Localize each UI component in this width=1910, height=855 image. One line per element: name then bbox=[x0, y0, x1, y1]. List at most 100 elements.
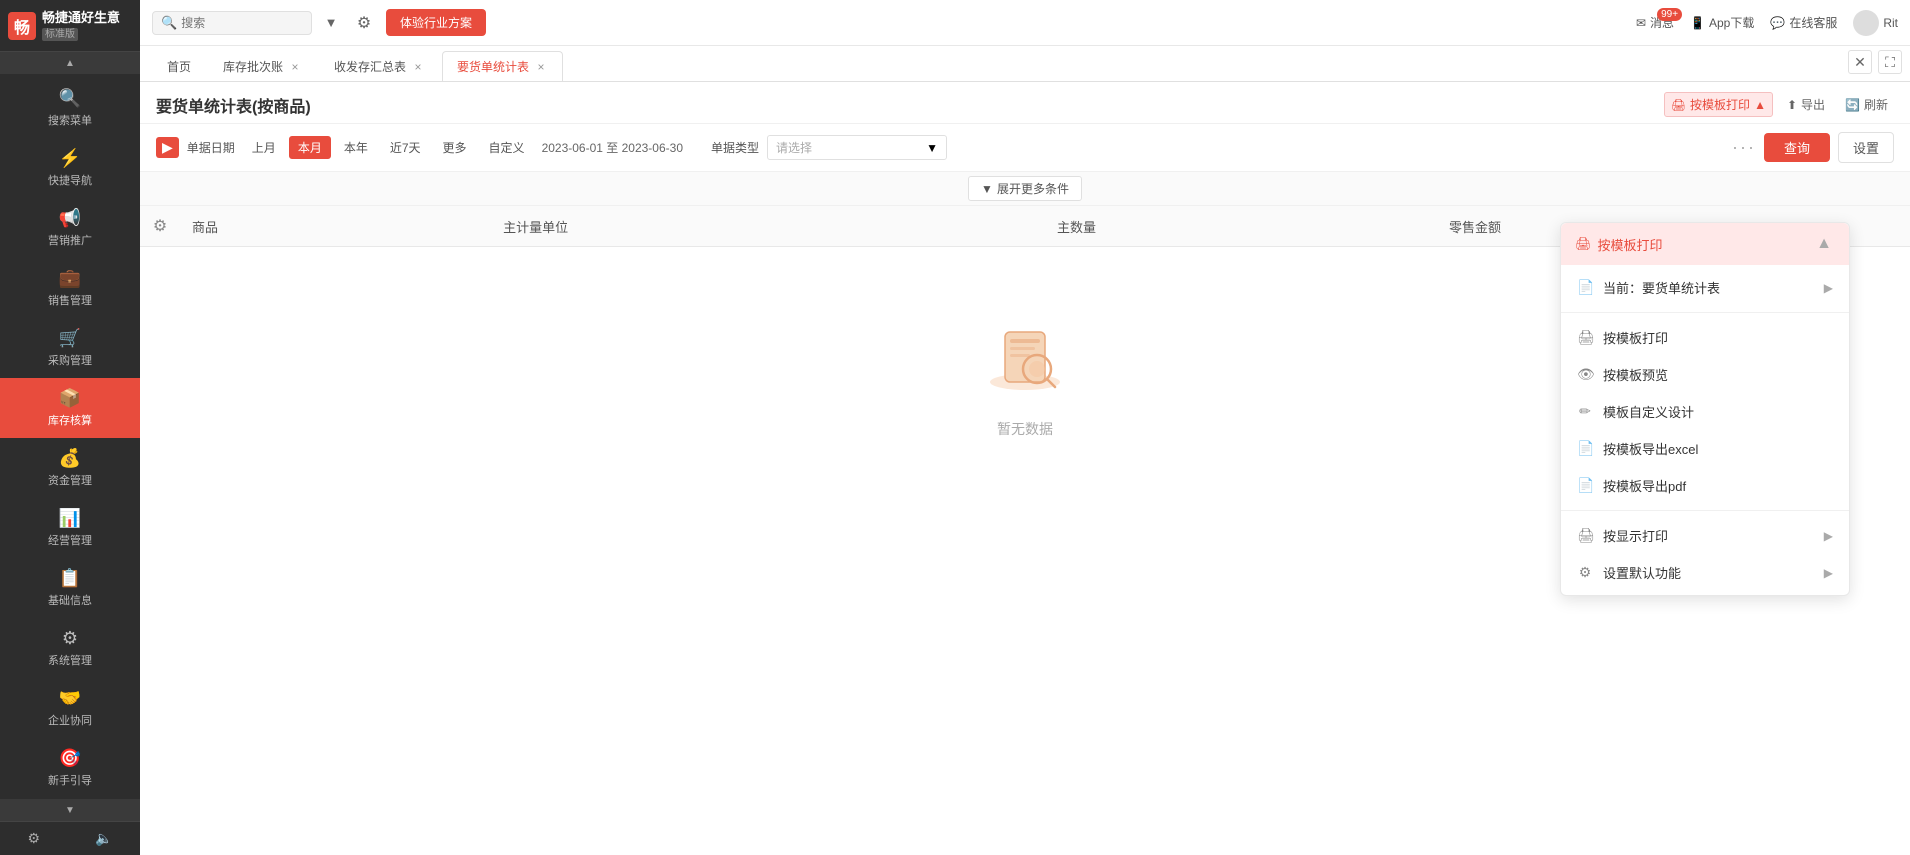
app-logo-icon: 畅 bbox=[8, 12, 36, 40]
sound-icon[interactable]: 🔈 bbox=[95, 830, 112, 847]
operations-icon: 📊 bbox=[59, 508, 81, 529]
refresh-icon: 🔄 bbox=[1845, 98, 1860, 112]
sidebar-item-system[interactable]: ⚙ 系统管理 bbox=[0, 618, 140, 678]
filter-expand-icon[interactable]: ▶ bbox=[156, 137, 179, 158]
dropdown-item-export-pdf[interactable]: 📄 按模板导出pdf bbox=[1561, 467, 1849, 504]
sidebar-scroll-up[interactable]: ▲ bbox=[0, 52, 140, 74]
dropdown-item-current[interactable]: 📄 当前：要货单统计表 ▶ bbox=[1561, 269, 1849, 306]
search-input[interactable] bbox=[181, 16, 281, 30]
dropdown-item-export-excel[interactable]: 📄 按模板导出excel bbox=[1561, 430, 1849, 467]
set-default-arrow: ▶ bbox=[1824, 566, 1833, 580]
dropdown-item-template-print[interactable]: 🖨 按模板打印 bbox=[1561, 319, 1849, 356]
print-template-dropdown: 🖨 按模板打印 ▲ 📄 当前：要货单统计表 ▶ 🖨 按模板打印 bbox=[1560, 222, 1850, 596]
date-btn-more[interactable]: 更多 bbox=[434, 136, 476, 159]
tab-close-all-btn[interactable]: ✕ bbox=[1848, 50, 1872, 74]
sidebar-item-search[interactable]: 🔍 搜索菜单 bbox=[0, 78, 140, 138]
refresh-label: 刷新 bbox=[1864, 96, 1888, 113]
sidebar-item-marketing[interactable]: 📢 营销推广 bbox=[0, 198, 140, 258]
sidebar: 畅 畅捷通好生意 标准版 ▲ 🔍 搜索菜单 ⚡ 快捷导航 📢 营销推广 💼 销售… bbox=[0, 0, 140, 855]
sidebar-item-sales[interactable]: 💼 销售管理 bbox=[0, 258, 140, 318]
export-btn[interactable]: ⬆ 导出 bbox=[1781, 93, 1831, 116]
filter-toggle-icon[interactable]: ▶ bbox=[156, 137, 179, 158]
newbie-icon: 🎯 bbox=[59, 748, 81, 769]
tab-inventory-batch[interactable]: 库存批次账 × bbox=[208, 51, 317, 81]
sidebar-item-inventory[interactable]: 📦 库存核算 bbox=[0, 378, 140, 438]
divider-2 bbox=[1561, 510, 1849, 511]
app-download-btn[interactable]: 📱 App下载 bbox=[1690, 14, 1754, 31]
date-btn-custom[interactable]: 自定义 bbox=[480, 136, 534, 159]
sidebar-item-search-label: 搜索菜单 bbox=[48, 112, 92, 128]
date-range-text: 2023-06-01 至 2023-06-30 bbox=[542, 139, 683, 156]
sidebar-item-basic[interactable]: 📋 基础信息 bbox=[0, 558, 140, 618]
inventory-icon: 📦 bbox=[59, 388, 81, 409]
refresh-btn[interactable]: 🔄 刷新 bbox=[1839, 93, 1894, 116]
tab-order-stats-close[interactable]: × bbox=[534, 60, 548, 74]
header-gear-icon[interactable]: ⚙ bbox=[350, 9, 378, 37]
type-filter-select[interactable]: 请选择 ▼ bbox=[767, 135, 947, 160]
dropdown-print-icon: 🖨 bbox=[1575, 236, 1592, 252]
page-actions: 🖨 按模板打印 ▲ ⬆ 导出 🔄 刷新 bbox=[1664, 92, 1894, 117]
filter-bar: ▶ 单据日期 上月 本月 本年 近7天 更多 自定义 2023-06-01 至 … bbox=[140, 124, 1910, 172]
sidebar-item-collab-label: 企业协同 bbox=[48, 712, 92, 728]
date-btn-prev-month[interactable]: 上月 bbox=[243, 136, 285, 159]
dropdown-item-template-custom[interactable]: ✏ 模板自定义设计 bbox=[1561, 393, 1849, 430]
user-area[interactable]: Rit bbox=[1853, 10, 1898, 36]
tab-inventory-batch-label: 库存批次账 bbox=[223, 58, 283, 75]
sidebar-item-shortcut[interactable]: ⚡ 快捷导航 bbox=[0, 138, 140, 198]
trial-button[interactable]: 体验行业方案 bbox=[386, 9, 486, 36]
sidebar-item-operations-label: 经营管理 bbox=[48, 532, 92, 548]
online-support-btn[interactable]: 💬 在线客服 bbox=[1770, 14, 1837, 31]
query-button[interactable]: 查询 bbox=[1764, 133, 1830, 162]
sidebar-item-finance[interactable]: 💰 资金管理 bbox=[0, 438, 140, 498]
message-btn[interactable]: ✉ 消息 99+ bbox=[1636, 14, 1674, 31]
sidebar-scroll-down[interactable]: ▼ bbox=[0, 799, 140, 821]
export-pdf-icon: 📄 bbox=[1577, 477, 1593, 494]
settings-bottom-icon[interactable]: ⚙ bbox=[28, 830, 41, 847]
dropdown-item-set-default[interactable]: ⚙ 设置默认功能 ▶ bbox=[1561, 554, 1849, 591]
dropdown-header: 🖨 按模板打印 ▲ bbox=[1561, 223, 1849, 265]
type-filter-label: 单据类型 bbox=[711, 139, 759, 156]
expand-more-btn[interactable]: ▼ 展开更多条件 bbox=[968, 176, 1082, 201]
empty-text: 暂无数据 bbox=[997, 419, 1053, 439]
date-btn-last7[interactable]: 近7天 bbox=[381, 136, 430, 159]
search-icon: 🔍 bbox=[161, 15, 177, 31]
tab-receipt-summary[interactable]: 收发存汇总表 × bbox=[319, 51, 440, 81]
sidebar-item-collab[interactable]: 🤝 企业协同 bbox=[0, 678, 140, 738]
dropdown-close-btn[interactable]: ▲ bbox=[1813, 233, 1835, 255]
print-template-btn[interactable]: 🖨 按模板打印 ▲ bbox=[1664, 92, 1773, 117]
more-dots-icon[interactable]: ··· bbox=[1732, 137, 1756, 158]
sidebar-item-basic-label: 基础信息 bbox=[48, 592, 92, 608]
date-btn-current-year[interactable]: 本年 bbox=[335, 136, 377, 159]
sidebar-item-operations[interactable]: 📊 经营管理 bbox=[0, 498, 140, 558]
tab-home[interactable]: 首页 bbox=[152, 51, 206, 81]
tab-order-stats[interactable]: 要货单统计表 × bbox=[442, 51, 563, 81]
sidebar-item-newbie[interactable]: 🎯 新手引导 bbox=[0, 738, 140, 798]
sales-icon: 💼 bbox=[59, 268, 81, 289]
edition-badge: 标准版 bbox=[42, 28, 78, 41]
sidebar-item-purchase[interactable]: 🛒 采购管理 bbox=[0, 318, 140, 378]
dropdown-item-template-preview[interactable]: 👁 按模板预览 bbox=[1561, 356, 1849, 393]
table-setting-icon[interactable]: ⚙ bbox=[153, 218, 167, 235]
date-btn-current-month[interactable]: 本月 bbox=[289, 136, 331, 159]
export-excel-icon: 📄 bbox=[1577, 440, 1593, 457]
search-dropdown-btn[interactable]: ▼ bbox=[320, 12, 342, 34]
tab-receipt-summary-close[interactable]: × bbox=[411, 60, 425, 74]
expand-label: 展开更多条件 bbox=[997, 180, 1069, 197]
support-icon: 💬 bbox=[1770, 16, 1785, 30]
tab-bar-right: ✕ ⛶ bbox=[1848, 50, 1902, 74]
settings-button[interactable]: 设置 bbox=[1838, 132, 1894, 163]
sidebar-nav: 🔍 搜索菜单 ⚡ 快捷导航 📢 营销推广 💼 销售管理 🛒 采购管理 📦 库存核… bbox=[0, 74, 140, 799]
sidebar-bottom: ⚙ 🔈 bbox=[0, 821, 140, 855]
th-setting: ⚙ bbox=[140, 206, 180, 247]
set-default-label: 设置默认功能 bbox=[1603, 563, 1681, 582]
header-search-box[interactable]: 🔍 bbox=[152, 11, 312, 35]
template-print-icon: 🖨 bbox=[1577, 329, 1593, 346]
template-custom-label: 模板自定义设计 bbox=[1603, 402, 1694, 421]
tab-inventory-batch-close[interactable]: × bbox=[288, 60, 302, 74]
dropdown-item-display-print[interactable]: 🖨 按显示打印 ▶ bbox=[1561, 517, 1849, 554]
sidebar-item-shortcut-label: 快捷导航 bbox=[48, 172, 92, 188]
current-item-icon: 📄 bbox=[1577, 279, 1593, 296]
tab-expand-btn[interactable]: ⛶ bbox=[1878, 50, 1902, 74]
sidebar-item-purchase-label: 采购管理 bbox=[48, 352, 92, 368]
sidebar-item-sales-label: 销售管理 bbox=[48, 292, 92, 308]
